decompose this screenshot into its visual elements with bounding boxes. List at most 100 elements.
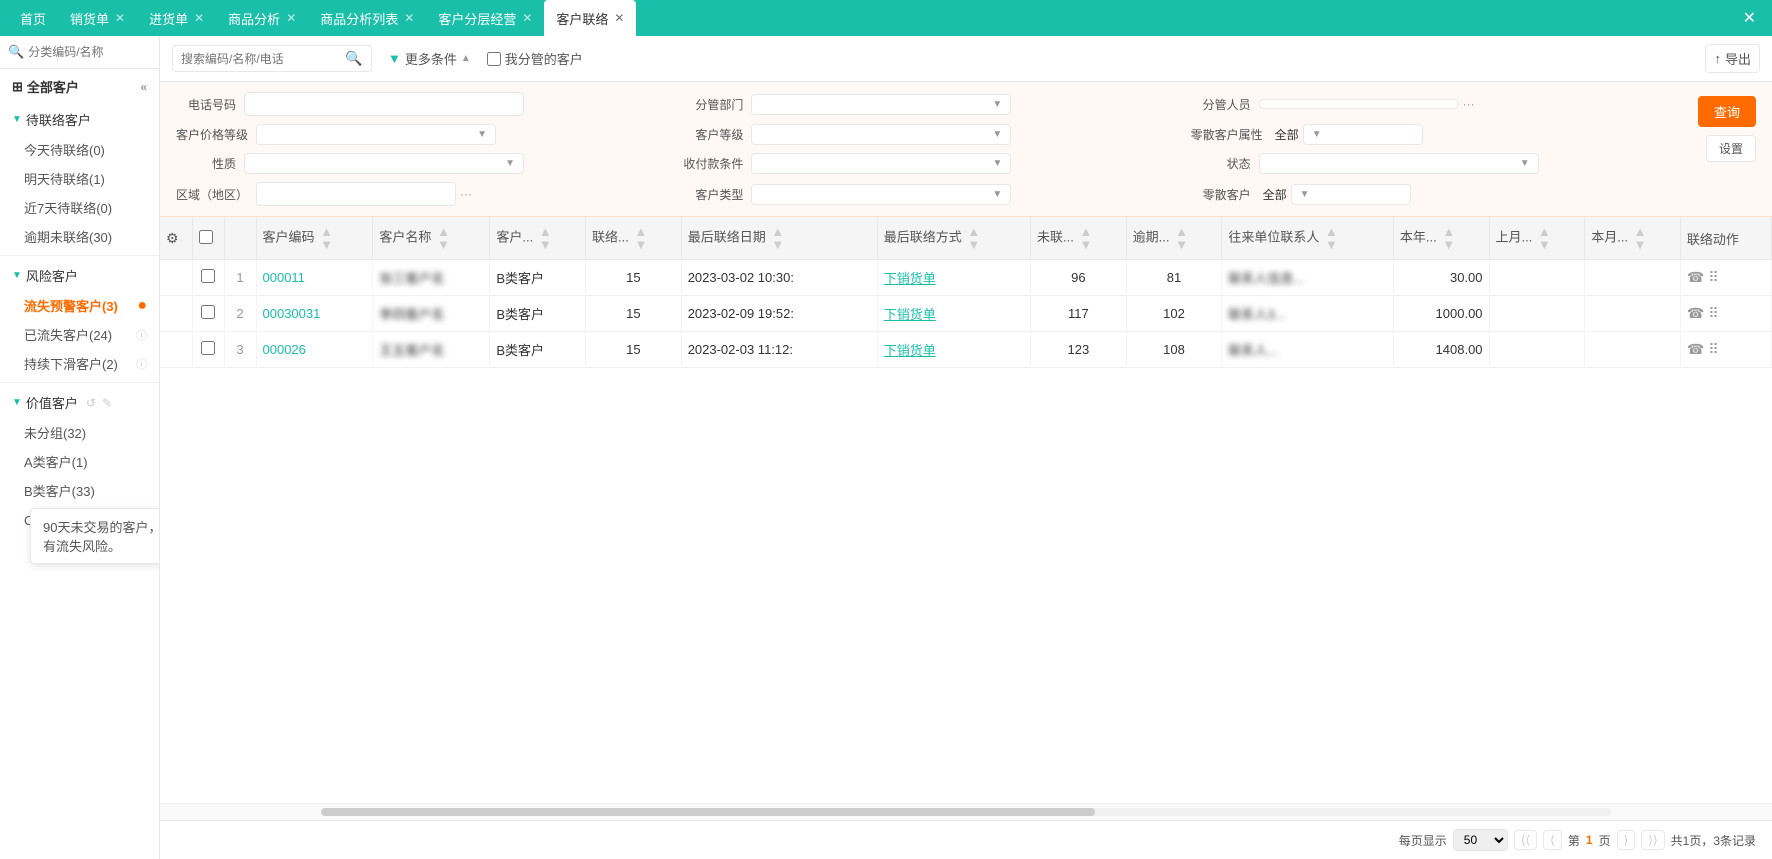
col-lcm-sort-icon[interactable]: ▲▼ bbox=[967, 225, 980, 251]
close-sales-icon[interactable]: ✕ bbox=[115, 11, 125, 25]
settings-button[interactable]: 设置 bbox=[1706, 135, 1756, 162]
tab-customer-segment-label: 客户分层经营 bbox=[438, 9, 516, 28]
last-page-btn[interactable]: ⟩⟩ bbox=[1641, 830, 1664, 850]
row1-contact-icon[interactable]: ☎ bbox=[1687, 269, 1704, 286]
sidebar-item-unclassified[interactable]: 未分组(32) bbox=[0, 418, 159, 447]
close-analysis-icon[interactable]: ✕ bbox=[286, 11, 296, 25]
my-customers-checkbox-label[interactable]: 我分管的客户 bbox=[487, 49, 583, 68]
search-input[interactable] bbox=[181, 52, 341, 66]
scattered-attr-select[interactable]: ▼ bbox=[1303, 124, 1423, 145]
person-more-icon[interactable]: ··· bbox=[1463, 97, 1475, 111]
sidebar-item-7days[interactable]: 近7天待联络(0) bbox=[0, 193, 159, 222]
window-close-icon[interactable]: ✕ bbox=[1735, 8, 1764, 28]
customer-tier-chevron-icon: ▼ bbox=[992, 129, 1002, 140]
row3-lcm-link[interactable]: 下销货单 bbox=[884, 343, 936, 358]
row2-lcm-link[interactable]: 下销货单 bbox=[884, 307, 936, 322]
close-analysis-list-icon[interactable]: ✕ bbox=[404, 11, 414, 25]
col-uc-sort-icon[interactable]: ▲▼ bbox=[1325, 225, 1338, 251]
col-ty-sort-icon[interactable]: ▲▼ bbox=[1442, 225, 1455, 251]
close-customer-link-icon[interactable]: ✕ bbox=[614, 11, 624, 25]
per-page-select[interactable]: 50 20 100 bbox=[1453, 829, 1508, 851]
col-contact-sort-icon[interactable]: ▲▼ bbox=[634, 225, 647, 251]
col-lm-sort-icon[interactable]: ▲▼ bbox=[1538, 225, 1551, 251]
value-refresh-icon[interactable]: ↺ bbox=[86, 396, 96, 410]
scattered-select[interactable]: ▼ bbox=[1291, 184, 1411, 205]
row2-contact-icon[interactable]: ☎ bbox=[1687, 305, 1704, 322]
price-tier-select[interactable]: ▼ bbox=[256, 124, 496, 145]
row1-more-icon[interactable]: ⠿ bbox=[1708, 269, 1718, 286]
col-type-sort-icon[interactable]: ▲▼ bbox=[539, 225, 552, 251]
sidebar-item-churned[interactable]: 已流失客户(24) ⓘ bbox=[0, 320, 159, 349]
row3-contact-icon[interactable]: ☎ bbox=[1687, 341, 1704, 358]
sidebar-item-overdue[interactable]: 逾期未联络(30) bbox=[0, 222, 159, 251]
row3-more-icon[interactable]: ⠿ bbox=[1708, 341, 1718, 358]
my-customers-checkbox[interactable] bbox=[487, 52, 501, 66]
section-pending-title[interactable]: ▼ 待联络客户 bbox=[0, 104, 159, 135]
select-all-checkbox[interactable] bbox=[199, 230, 213, 244]
col-code-sort-icon[interactable]: ▲▼ bbox=[320, 225, 333, 251]
row2-check[interactable] bbox=[201, 305, 215, 319]
prev-page-btn[interactable]: ⟨ bbox=[1543, 830, 1562, 850]
payment-select[interactable]: ▼ bbox=[751, 153, 1011, 174]
tab-customer-link[interactable]: 客户联络 ✕ bbox=[544, 0, 636, 36]
first-page-btn[interactable]: ⟨⟨ bbox=[1514, 830, 1537, 850]
col-lcd-sort-icon[interactable]: ▲▼ bbox=[771, 225, 784, 251]
declining-label: 持续下滑客户(2) bbox=[24, 354, 118, 373]
section-value-title[interactable]: ▼ 价值客户 ↺ ✎ bbox=[0, 387, 159, 418]
churned-info-icon[interactable]: ⓘ bbox=[136, 327, 147, 343]
tab-home[interactable]: 首页 bbox=[8, 0, 58, 36]
row3-check[interactable] bbox=[201, 341, 215, 355]
section-risk-title[interactable]: ▼ 风险客户 bbox=[0, 260, 159, 291]
horizontal-scrollbar[interactable] bbox=[160, 803, 1772, 820]
region-more-icon[interactable]: ··· bbox=[460, 187, 472, 201]
col-od-sort-icon[interactable]: ▲▼ bbox=[1175, 225, 1188, 251]
export-button[interactable]: ↑ 导出 bbox=[1705, 44, 1760, 73]
region-input[interactable] bbox=[256, 182, 456, 206]
tab-customer-segment[interactable]: 客户分层经营 ✕ bbox=[426, 0, 544, 36]
person-select[interactable] bbox=[1259, 99, 1459, 109]
row3-code[interactable]: 000026 bbox=[256, 332, 373, 368]
sidebar-collapse-icon[interactable]: « bbox=[140, 80, 147, 94]
declining-info-icon[interactable]: ⓘ bbox=[136, 356, 147, 372]
sidebar-item-class-b[interactable]: B类客户(33) bbox=[0, 476, 159, 505]
dept-select[interactable]: ▼ bbox=[751, 94, 1011, 115]
row1-code[interactable]: 000011 bbox=[256, 260, 373, 296]
next-page-btn[interactable]: ⟩ bbox=[1617, 830, 1636, 850]
sidebar-item-tomorrow[interactable]: 明天待联络(1) bbox=[0, 164, 159, 193]
sidebar-item-today[interactable]: 今天待联络(0) bbox=[0, 135, 159, 164]
sidebar-item-churn-warning[interactable]: 流失预警客户(3) ● bbox=[0, 291, 159, 320]
scrollbar-thumb[interactable] bbox=[321, 808, 1095, 816]
customer-type-select[interactable]: ▼ bbox=[751, 184, 1011, 205]
value-edit-icon[interactable]: ✎ bbox=[102, 396, 112, 410]
status-select[interactable]: ▼ bbox=[1259, 153, 1539, 174]
col-nc-sort-icon[interactable]: ▲▼ bbox=[1079, 225, 1092, 251]
export-icon: ↑ bbox=[1714, 51, 1721, 66]
tab-purchase[interactable]: 进货单 ✕ bbox=[137, 0, 216, 36]
sidebar-search-input[interactable] bbox=[28, 45, 160, 59]
tab-analysis[interactable]: 商品分析 ✕ bbox=[216, 0, 308, 36]
close-purchase-icon[interactable]: ✕ bbox=[194, 11, 204, 25]
phone-input[interactable] bbox=[244, 92, 524, 116]
nature-select[interactable]: ▼ bbox=[244, 153, 524, 174]
tab-analysis-list-label: 商品分析列表 bbox=[320, 9, 398, 28]
col-tm-sort-icon[interactable]: ▲▼ bbox=[1634, 225, 1647, 251]
close-customer-segment-icon[interactable]: ✕ bbox=[522, 11, 532, 25]
search-submit-icon[interactable]: 🔍 bbox=[345, 50, 362, 67]
row1-check[interactable] bbox=[201, 269, 215, 283]
table-settings-gear-icon[interactable]: ⚙ bbox=[166, 230, 179, 246]
col-name-sort-icon[interactable]: ▲▼ bbox=[437, 225, 450, 251]
customer-tier-select[interactable]: ▼ bbox=[751, 124, 1011, 145]
row2-more-icon[interactable]: ⠿ bbox=[1708, 305, 1718, 322]
query-button[interactable]: 查询 bbox=[1698, 96, 1756, 127]
triangle-pending-icon: ▼ bbox=[12, 114, 22, 125]
more-conditions-btn[interactable]: ▼ 更多条件 ▲ bbox=[380, 45, 479, 72]
row1-lcm-link[interactable]: 下销货单 bbox=[884, 271, 936, 286]
sidebar-item-class-a[interactable]: A类客户(1) bbox=[0, 447, 159, 476]
sidebar-item-declining[interactable]: 持续下滑客户(2) ⓘ bbox=[0, 349, 159, 378]
tab-home-label: 首页 bbox=[20, 9, 46, 28]
row2-code[interactable]: 00030031 bbox=[256, 296, 373, 332]
sidebar-all-customers[interactable]: ⊞ 全部客户 « bbox=[0, 69, 159, 104]
tab-analysis-list[interactable]: 商品分析列表 ✕ bbox=[308, 0, 426, 36]
row2-lm bbox=[1489, 296, 1585, 332]
tab-sales[interactable]: 销货单 ✕ bbox=[58, 0, 137, 36]
